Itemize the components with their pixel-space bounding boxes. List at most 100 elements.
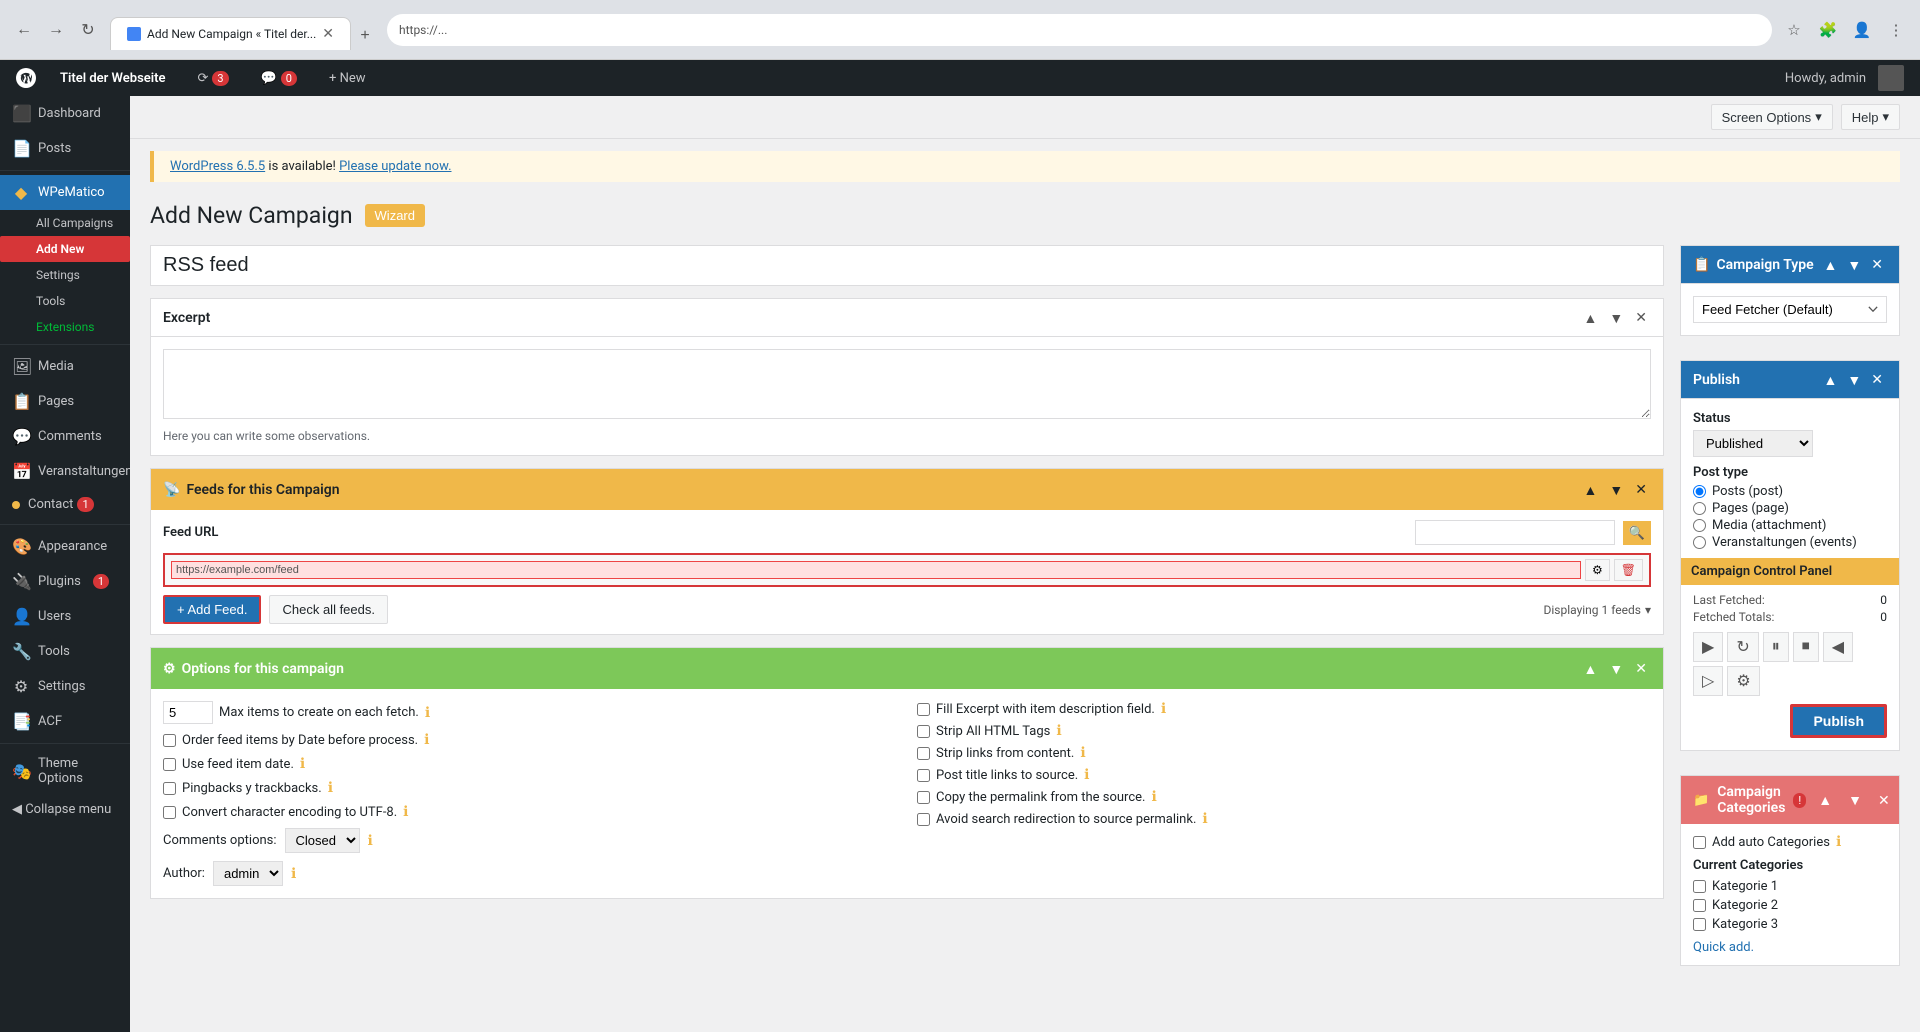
ctrl-next-button[interactable]: ▷ [1693, 666, 1723, 696]
help-button[interactable]: Help ▾ [1841, 104, 1900, 130]
ctrl-pause-button[interactable]: ⏸ [1763, 632, 1789, 662]
campaign-type-up[interactable]: ▲ [1820, 254, 1842, 275]
sidebar-item-wpematico[interactable]: ◆ WPeMatico [0, 175, 130, 210]
sidebar-item-plugins[interactable]: 🔌 Plugins 1 [0, 564, 130, 599]
sidebar-item-dashboard[interactable]: ⬛ Dashboard [0, 96, 130, 131]
auto-categories-checkbox[interactable] [1693, 836, 1706, 849]
publish-down[interactable]: ▼ [1843, 369, 1865, 390]
menu-button[interactable]: ⋮ [1882, 16, 1910, 44]
comments-bar-item[interactable]: 💬 0 [253, 67, 305, 90]
updates-bar-item[interactable]: ⟳ 3 [190, 67, 237, 90]
feed-item-delete-button[interactable]: 🗑 [1614, 559, 1643, 581]
cat-3-checkbox[interactable] [1693, 918, 1706, 931]
feed-item-url-input[interactable] [171, 561, 1581, 579]
feed-item-settings-button[interactable]: ⚙ [1585, 559, 1610, 581]
categories-down[interactable]: ▼ [1844, 790, 1866, 810]
max-items-input[interactable] [163, 701, 213, 724]
address-bar[interactable]: https://... [387, 14, 1772, 46]
sidebar-item-pages[interactable]: 📋 Pages [0, 384, 130, 419]
sidebar-item-appearance[interactable]: 🎨 Appearance [0, 529, 130, 564]
post-type-events-radio[interactable] [1693, 536, 1706, 549]
ctrl-play-button[interactable]: ▶ [1693, 632, 1723, 662]
cat-1-checkbox[interactable] [1693, 880, 1706, 893]
new-tab-button[interactable]: + [351, 22, 379, 50]
site-name-bar[interactable]: Titel der Webseite [52, 67, 174, 90]
check-all-feeds-button[interactable]: Check all feeds. [269, 595, 388, 624]
options-collapse-down[interactable]: ▼ [1605, 658, 1627, 679]
ctrl-settings-button[interactable]: ⚙ [1727, 666, 1759, 696]
sidebar-item-veranstaltungen[interactable]: 📅 Veranstaltungen [0, 454, 130, 489]
copy-permalink-checkbox[interactable] [917, 791, 930, 804]
refresh-button[interactable]: ↻ [74, 16, 102, 44]
sidebar-item-users[interactable]: 👤 Users [0, 599, 130, 634]
sidebar-submenu-extensions[interactable]: Extensions [0, 314, 130, 340]
strip-html-checkbox[interactable] [917, 725, 930, 738]
fill-excerpt-checkbox[interactable] [917, 703, 930, 716]
author-select[interactable]: admin [213, 861, 283, 886]
active-tab[interactable]: Add New Campaign « Titel der... ✕ [110, 17, 351, 50]
sidebar-item-acf[interactable]: 📑 ACF [0, 704, 130, 739]
convert-encoding-checkbox[interactable] [163, 806, 176, 819]
ctrl-prev-button[interactable]: ◀ [1823, 632, 1853, 662]
sidebar-item-theme-options[interactable]: 🎭 Theme Options [0, 748, 130, 794]
forward-button[interactable]: → [42, 16, 70, 44]
sidebar-submenu-settings[interactable]: Settings [0, 262, 130, 288]
feeds-collapse-down[interactable]: ▼ [1605, 479, 1627, 500]
campaign-type-select[interactable]: Feed Fetcher (Default) [1693, 296, 1887, 323]
feeds-collapse-up[interactable]: ▲ [1580, 479, 1602, 500]
back-button[interactable]: ← [10, 16, 38, 44]
wp-logo[interactable] [16, 68, 36, 88]
bookmark-button[interactable]: ☆ [1780, 16, 1808, 44]
sidebar-item-posts[interactable]: 📄 Posts [0, 131, 130, 166]
sidebar-submenu-tools[interactable]: Tools [0, 288, 130, 314]
strip-links-checkbox[interactable] [917, 747, 930, 760]
user-profile-button[interactable]: 👤 [1848, 16, 1876, 44]
post-type-media-radio[interactable] [1693, 519, 1706, 532]
use-feed-date-checkbox[interactable] [163, 758, 176, 771]
excerpt-collapse-down[interactable]: ▼ [1605, 308, 1627, 328]
excerpt-collapse-up[interactable]: ▲ [1580, 308, 1602, 328]
campaign-type-close[interactable]: ✕ [1867, 254, 1887, 275]
update-now-link[interactable]: Please update now. [339, 159, 451, 174]
options-close[interactable]: ✕ [1631, 658, 1651, 679]
wizard-button[interactable]: Wizard [365, 204, 425, 227]
wp-version-link[interactable]: WordPress 6.5.5 [170, 159, 265, 174]
campaign-type-down[interactable]: ▼ [1843, 254, 1865, 275]
excerpt-textarea[interactable] [163, 349, 1651, 419]
post-type-page-radio[interactable] [1693, 502, 1706, 515]
feeds-close[interactable]: ✕ [1631, 479, 1651, 500]
publish-button[interactable]: Publish [1790, 704, 1887, 738]
ctrl-refresh-button[interactable]: ↻ [1727, 632, 1758, 662]
feed-url-search-button[interactable]: 🔍 [1623, 521, 1651, 545]
sidebar-item-settings[interactable]: ⚙ Settings [0, 669, 130, 704]
avoid-redirect-checkbox[interactable] [917, 813, 930, 826]
feed-url-input[interactable] [1415, 520, 1615, 545]
sidebar-item-tools[interactable]: 🔧 Tools [0, 634, 130, 669]
categories-up[interactable]: ▲ [1814, 790, 1836, 810]
cat-2-checkbox[interactable] [1693, 899, 1706, 912]
comments-select[interactable]: Closed Open [285, 828, 360, 853]
status-select[interactable]: Published Draft Pending Review [1693, 430, 1813, 457]
order-by-date-checkbox[interactable] [163, 734, 176, 747]
options-collapse-up[interactable]: ▲ [1580, 658, 1602, 679]
pingbacks-checkbox[interactable] [163, 782, 176, 795]
post-title-links-checkbox[interactable] [917, 769, 930, 782]
post-type-post-radio[interactable] [1693, 485, 1706, 498]
publish-up[interactable]: ▲ [1820, 369, 1842, 390]
extensions-button[interactable]: 🧩 [1814, 16, 1842, 44]
new-bar-item[interactable]: + New [321, 67, 374, 90]
categories-close[interactable]: ✕ [1874, 790, 1894, 811]
add-feed-button[interactable]: + Add Feed. [163, 595, 261, 624]
excerpt-close[interactable]: ✕ [1631, 307, 1651, 328]
sidebar-item-media[interactable]: 🖼 Media [0, 349, 130, 384]
screen-options-button[interactable]: Screen Options ▾ [1711, 104, 1833, 130]
publish-close[interactable]: ✕ [1867, 369, 1887, 390]
sidebar-item-contact[interactable]: Contact 1 [0, 489, 130, 520]
sidebar-collapse-menu[interactable]: ◀ Collapse menu [0, 794, 130, 825]
sidebar-submenu-all-campaigns[interactable]: All Campaigns [0, 210, 130, 236]
ctrl-stop-button[interactable]: ⏹ [1793, 632, 1819, 662]
close-tab-button[interactable]: ✕ [322, 26, 334, 42]
sidebar-submenu-add-new[interactable]: Add New [0, 236, 130, 262]
quick-add-link[interactable]: Quick add. [1693, 940, 1887, 955]
sidebar-item-comments[interactable]: 💬 Comments [0, 419, 130, 454]
